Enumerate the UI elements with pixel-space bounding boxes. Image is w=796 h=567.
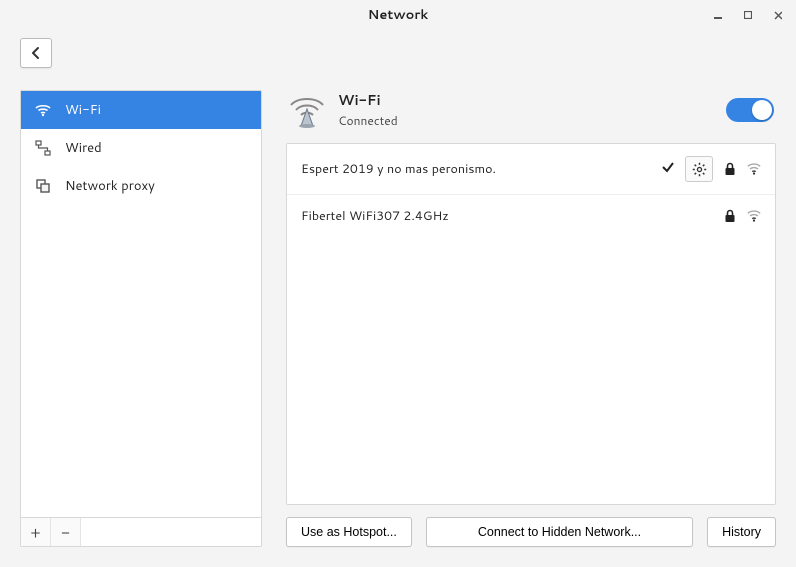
- panel-status: Connected: [338, 112, 714, 129]
- sidebar-item-label: Network proxy: [65, 177, 155, 195]
- wifi-hero-icon: [288, 91, 326, 129]
- signal-icon: [747, 162, 761, 176]
- network-row[interactable]: Fibertel WiFi307 2.4GHz: [287, 195, 775, 237]
- sidebar-footer: + −: [20, 518, 262, 547]
- proxy-icon: [35, 178, 51, 194]
- close-button[interactable]: [774, 11, 782, 19]
- maximize-button[interactable]: [744, 11, 752, 19]
- network-row[interactable]: Espert 2019 y no mas peronismo.: [287, 144, 775, 195]
- sidebar: Wi-Fi Wired Network proxy + −: [20, 90, 262, 547]
- sidebar-item-wired[interactable]: Wired: [21, 129, 261, 167]
- window-title: Network: [368, 6, 428, 24]
- network-settings-button[interactable]: [685, 156, 713, 182]
- main-panel: Wi-Fi Connected Espert 2019 y no mas per…: [286, 90, 776, 547]
- sidebar-item-label: Wi-Fi: [65, 101, 101, 119]
- bottom-buttons: Use as Hotspot... Connect to Hidden Netw…: [286, 517, 776, 547]
- toolbar: [0, 30, 796, 70]
- add-connection-button[interactable]: +: [21, 518, 51, 546]
- main-header: Wi-Fi Connected: [286, 90, 776, 129]
- remove-connection-button[interactable]: −: [51, 518, 81, 546]
- sidebar-list: Wi-Fi Wired Network proxy: [20, 90, 262, 518]
- wired-icon: [35, 140, 51, 156]
- networks-list: Espert 2019 y no mas peronismo.: [286, 143, 776, 505]
- sidebar-item-label: Wired: [65, 139, 102, 157]
- wifi-icon: [35, 102, 51, 118]
- switch-knob: [752, 100, 772, 120]
- lock-icon: [723, 162, 737, 176]
- connected-check-icon: [661, 160, 675, 179]
- network-ssid: Espert 2019 y no mas peronismo.: [301, 160, 651, 178]
- sidebar-item-proxy[interactable]: Network proxy: [21, 167, 261, 205]
- network-ssid: Fibertel WiFi307 2.4GHz: [301, 207, 713, 225]
- sidebar-item-wifi[interactable]: Wi-Fi: [21, 91, 261, 129]
- hotspot-button[interactable]: Use as Hotspot...: [286, 517, 412, 547]
- back-button[interactable]: [20, 38, 52, 68]
- gear-icon: [692, 162, 707, 177]
- header-text: Wi-Fi Connected: [338, 90, 714, 129]
- connect-hidden-button[interactable]: Connect to Hidden Network...: [426, 517, 693, 547]
- minimize-button[interactable]: [714, 11, 722, 19]
- signal-icon: [747, 209, 761, 223]
- lock-icon: [723, 209, 737, 223]
- history-button[interactable]: History: [707, 517, 776, 547]
- panel-title: Wi-Fi: [338, 90, 714, 110]
- content-area: Wi-Fi Wired Network proxy + −: [0, 70, 796, 567]
- titlebar: Network: [0, 0, 796, 30]
- wifi-toggle-switch[interactable]: [726, 98, 774, 122]
- window-controls: [714, 0, 782, 30]
